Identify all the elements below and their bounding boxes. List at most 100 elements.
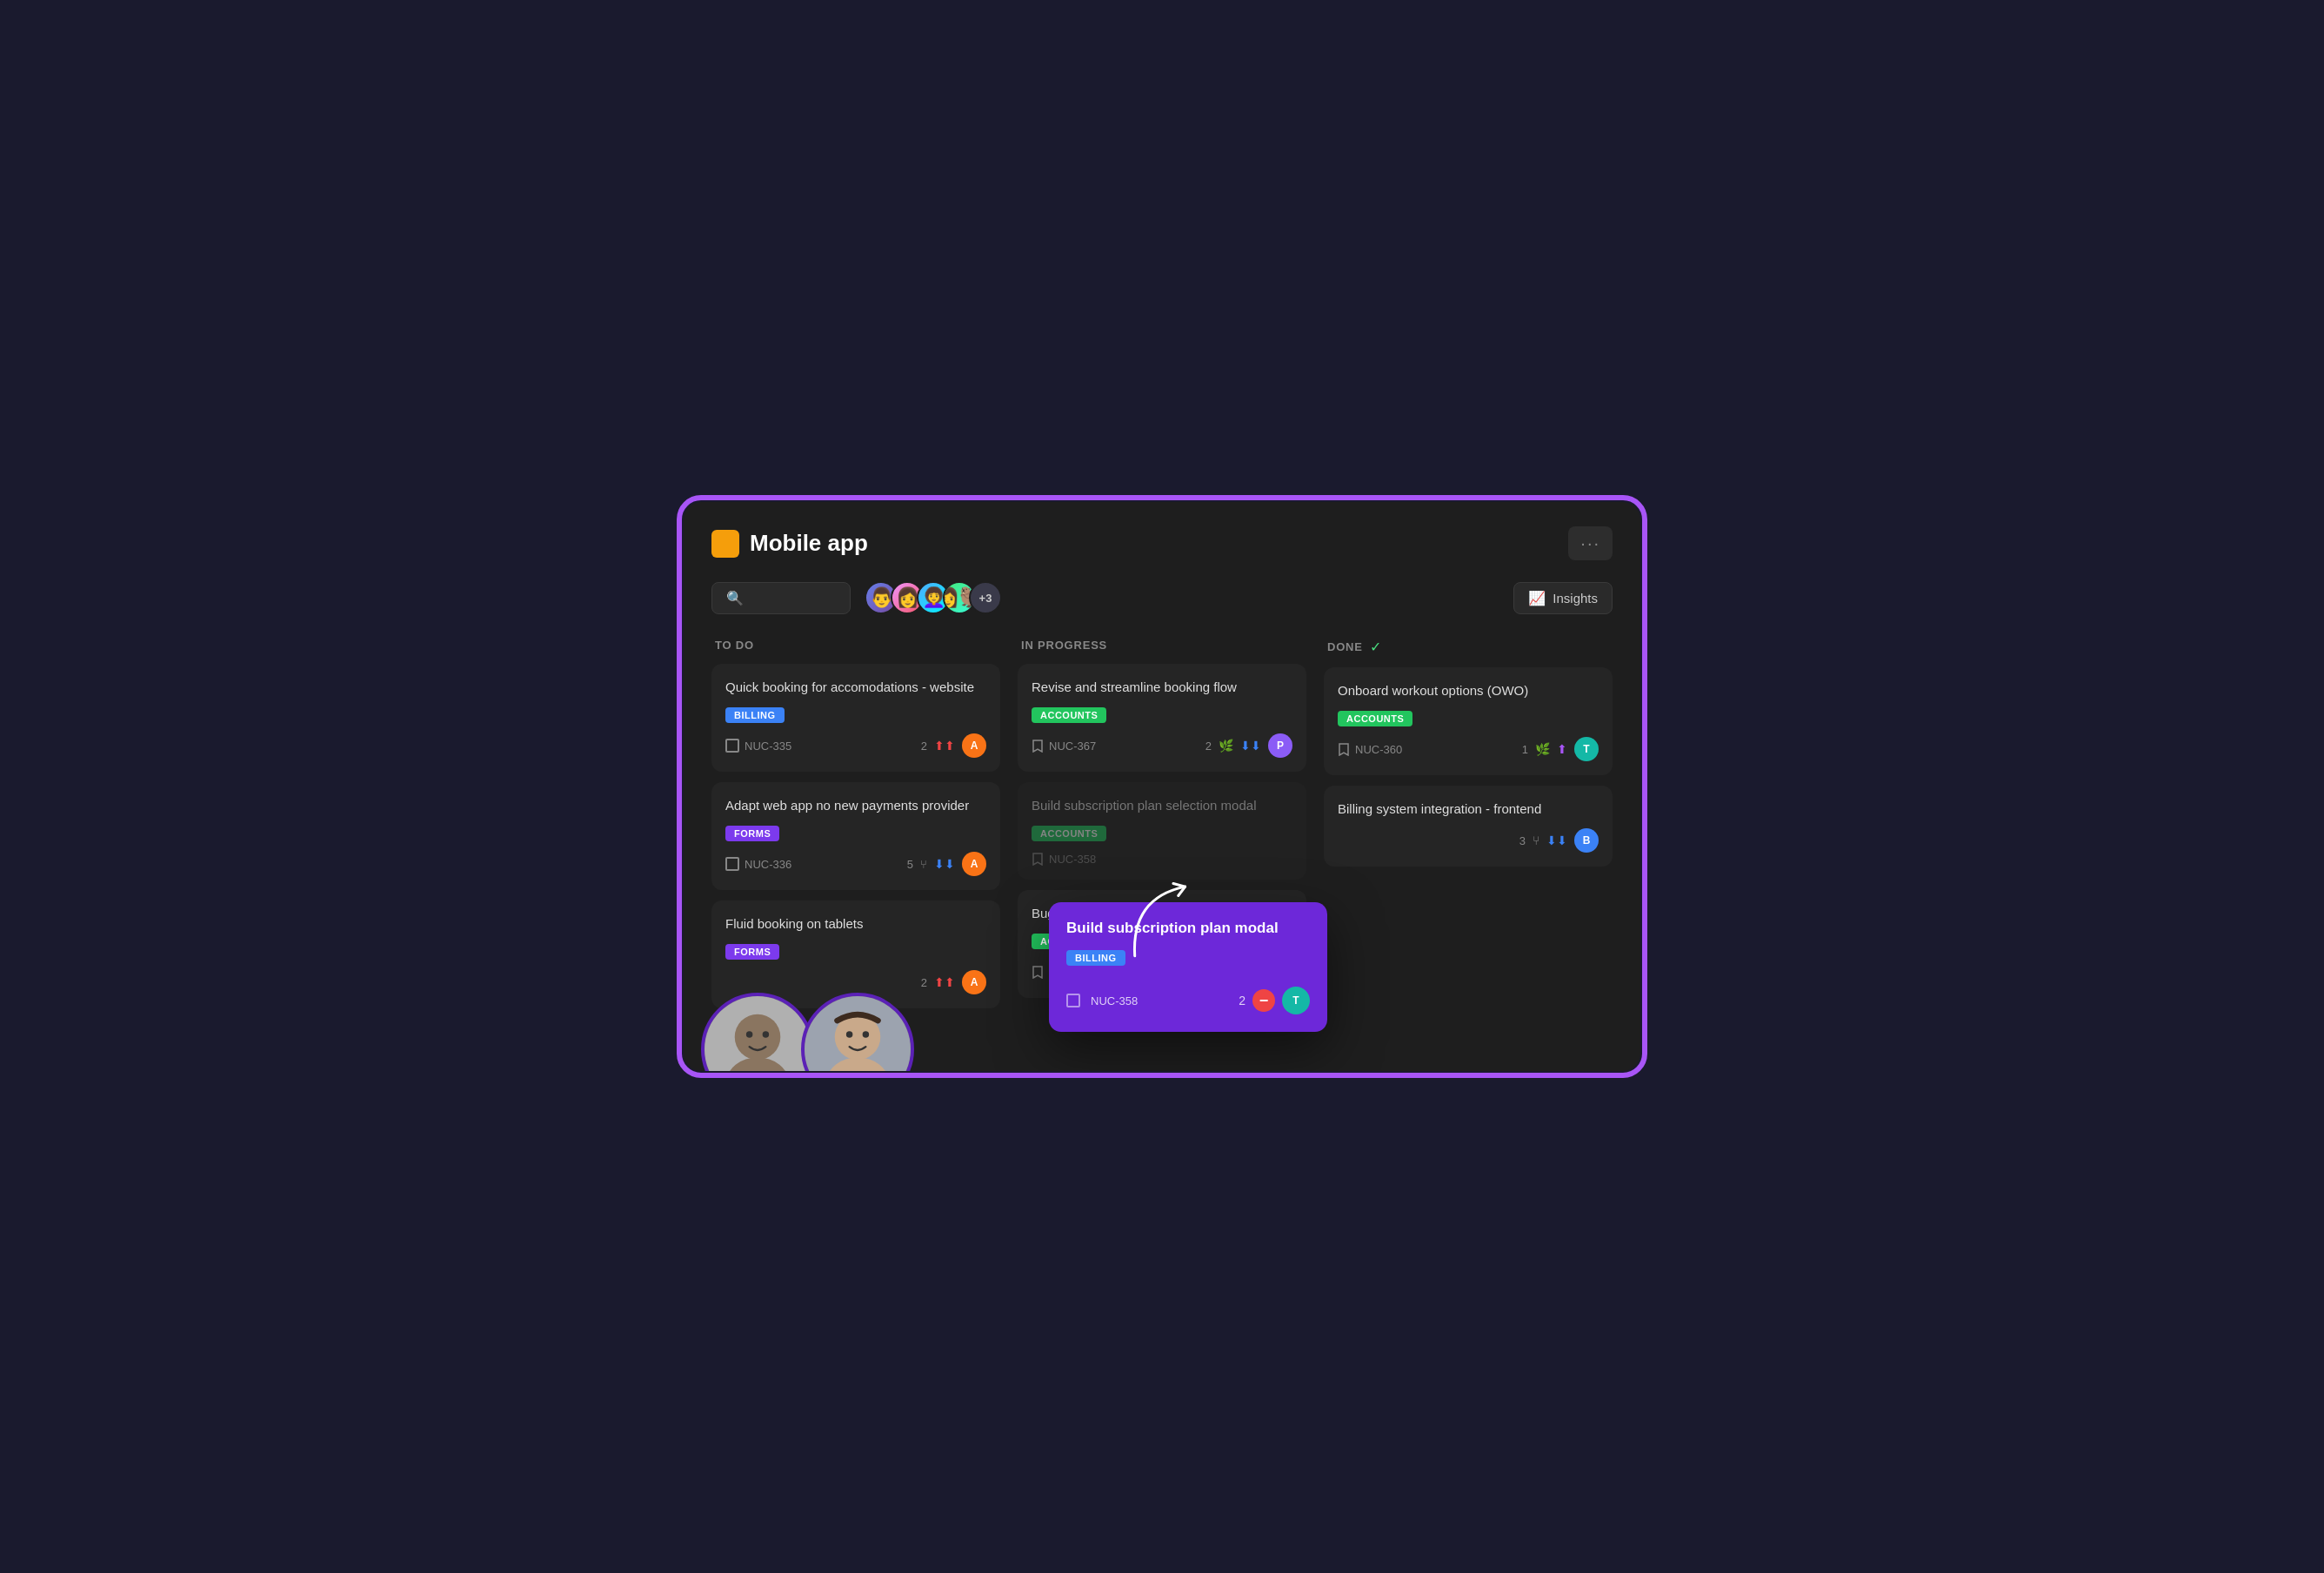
more-button[interactable]: ··· [1568,526,1613,560]
card-meta: 1 🌿 ⬆ T [1522,737,1599,761]
card-title: Revise and streamline booking flow [1032,678,1292,696]
card-meta: 3 ⑂ ⬇⬇ B [1519,828,1599,853]
card-meta: 2 ⬆⬆ A [921,733,986,758]
svg-point-9 [863,1031,870,1038]
bookmark-icon [1032,739,1044,753]
priority-low-icon: ⬇⬇ [934,857,955,871]
header-left: Mobile app [711,530,868,558]
card-id: NUC-336 [725,857,791,871]
count: 3 [1519,834,1526,847]
minus-icon: − [1252,989,1275,1012]
search-box[interactable]: 🔍 [711,582,851,614]
popup-tag-billing: BILLING [1066,950,1125,966]
svg-point-8 [846,1031,853,1038]
tree-icon: 🌿 [1219,739,1233,753]
done-check-icon: ✓ [1370,639,1381,655]
bottom-avatar-1 [701,993,814,1071]
card-tag-forms: FORMS [725,826,779,841]
card-meta: 2 ⬆⬆ A [921,970,986,994]
priority-icon: ⬆ [1557,742,1567,756]
card-footer: NUC-336 5 ⑂ ⬇⬇ A [725,852,986,876]
ticket-icon [725,739,739,753]
card-title: Build subscription plan selection modal [1032,796,1292,814]
search-icon: 🔍 [726,590,744,606]
column-header-done: DONE ✓ [1324,639,1613,655]
card-footer: NUC-367 2 🌿 ⬇⬇ P [1032,733,1292,758]
bookmark-icon [1338,742,1350,756]
app-wrapper: Mobile app ··· 🔍 👨 👩 👩‍🦱 [684,502,1640,1071]
app-icon [711,530,739,558]
count: 2 [921,976,927,989]
card-tag-forms: FORMS [725,944,779,960]
app-container: Mobile app ··· 🔍 👨 👩 👩‍🦱 [684,502,1640,1071]
card-billing-integration[interactable]: Billing system integration - frontend 3 … [1324,786,1613,867]
card-footer: 2 ⬆⬆ A [725,970,986,994]
app-title: Mobile app [750,530,868,557]
avatar-extra[interactable]: +3 [969,581,1002,614]
card-tag-accounts: ACCOUNTS [1032,707,1106,723]
bookmark-icon [1032,965,1044,979]
card-nuc360[interactable]: Onboard workout options (OWO) ACCOUNTS N… [1324,667,1613,775]
column-title-inprogress: IN PROGRESS [1021,639,1107,652]
card-footer: NUC-360 1 🌿 ⬆ T [1338,737,1599,761]
count: 2 [1205,740,1212,753]
card-title: Onboard workout options (OWO) [1338,681,1599,699]
card-nuc335[interactable]: Quick booking for accomodations - websit… [711,664,1000,772]
ticket-number: NUC-360 [1355,743,1402,756]
card-footer: 3 ⑂ ⬇⬇ B [1338,828,1599,853]
svg-point-1 [735,1014,781,1061]
card-title: Adapt web app no new payments provider [725,796,986,814]
card-footer: NUC-335 2 ⬆⬆ A [725,733,986,758]
card-tag-accounts: ACCOUNTS [1338,711,1412,726]
toolbar-left: 🔍 👨 👩 👩‍🦱 👩‍🦫 +3 [711,581,1002,614]
column-title-todo: TO DO [715,639,754,652]
card-title: Quick booking for accomodations - websit… [725,678,986,696]
card-nuc358-bg: Build subscription plan selection modal … [1018,782,1306,880]
bottom-avatar-2 [801,993,914,1071]
ticket-number: NUC-367 [1049,740,1096,753]
assignee-avatar: A [962,852,986,876]
popup-ticket-id: NUC-358 [1066,994,1138,1007]
ticket-number: NUC-335 [745,740,791,753]
popup-assignee-avatar: T [1282,987,1310,1014]
popup-ticket-number: NUC-358 [1091,994,1138,1007]
column-todo: TO DO Quick booking for accomodations - … [711,639,1000,1019]
insights-button[interactable]: 📈 Insights [1513,582,1613,614]
popup-ticket-icon [1066,994,1080,1007]
card-title: Billing system integration - frontend [1338,800,1599,818]
svg-point-3 [746,1031,753,1038]
branch-icon: ⑂ [920,858,927,871]
bottom-avatars [701,993,914,1071]
column-header-todo: TO DO [711,639,1000,652]
count: 2 [921,740,927,753]
count: 1 [1522,743,1528,756]
tree-icon: 🌿 [1535,742,1550,756]
priority-low-icon: ⬇⬇ [1546,833,1567,847]
team-avatars: 👨 👩 👩‍🦱 👩‍🦫 +3 [865,581,1002,614]
ticket-number: NUC-336 [745,858,791,871]
card-footer: NUC-358 [1032,852,1292,866]
column-title-done: DONE [1327,640,1363,653]
bookmark-icon [1032,852,1044,866]
card-nuc336[interactable]: Adapt web app no new payments provider F… [711,782,1000,890]
popup-card-footer: NUC-358 2 − T [1066,987,1310,1014]
card-tag-billing: BILLING [725,707,785,723]
card-meta: 5 ⑂ ⬇⬇ A [907,852,986,876]
card-meta: 2 🌿 ⬇⬇ P [1205,733,1292,758]
popup-meta: 2 − T [1239,987,1310,1014]
header: Mobile app ··· [711,526,1613,560]
ticket-number: NUC-358 [1049,853,1096,866]
column-header-inprogress: IN PROGRESS [1018,639,1306,652]
assignee-avatar: A [962,733,986,758]
ticket-icon [725,857,739,871]
card-nuc367[interactable]: Revise and streamline booking flow ACCOU… [1018,664,1306,772]
priority-high-icon: ⬆⬆ [934,739,955,753]
insights-icon: 📈 [1528,590,1546,606]
card-id: NUC-335 [725,739,791,753]
card-id: NUC-360 [1338,742,1402,756]
svg-point-4 [763,1031,770,1038]
priority-low-icon: ⬇⬇ [1240,739,1261,753]
popup-count: 2 [1239,994,1245,1007]
assignee-avatar: T [1574,737,1599,761]
count: 5 [907,858,913,871]
